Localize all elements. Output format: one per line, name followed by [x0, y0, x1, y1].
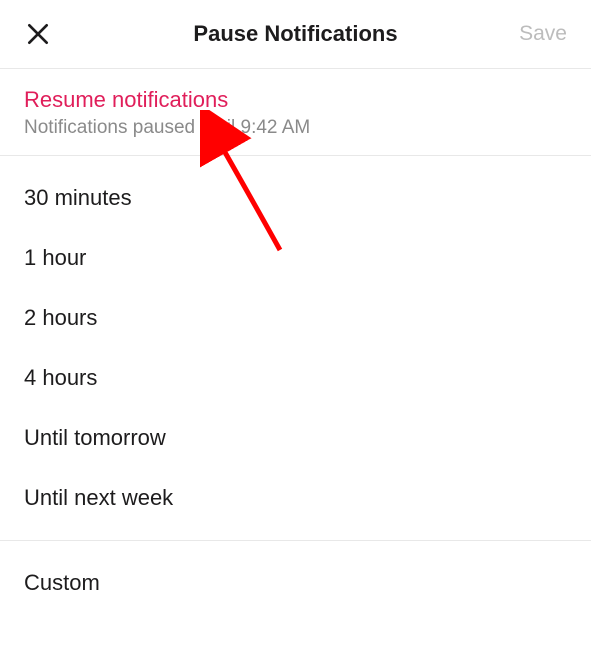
option-2-hours[interactable]: 2 hours — [0, 288, 591, 348]
duration-options-list: 30 minutes 1 hour 2 hours 4 hours Until … — [0, 156, 591, 540]
header: Pause Notifications Save — [0, 0, 591, 68]
pause-status-text: Notifications paused until 9:42 AM — [24, 117, 567, 139]
resume-section: Resume notifications Notifications pause… — [0, 69, 591, 155]
option-until-tomorrow[interactable]: Until tomorrow — [0, 408, 591, 468]
option-custom[interactable]: Custom — [0, 553, 591, 613]
option-until-next-week[interactable]: Until next week — [0, 468, 591, 528]
option-30-minutes[interactable]: 30 minutes — [0, 168, 591, 228]
close-button[interactable] — [24, 20, 52, 48]
resume-notifications-link[interactable]: Resume notifications — [24, 87, 567, 113]
option-1-hour[interactable]: 1 hour — [0, 228, 591, 288]
option-4-hours[interactable]: 4 hours — [0, 348, 591, 408]
page-title: Pause Notifications — [193, 21, 397, 47]
close-icon — [25, 21, 51, 47]
custom-section: Custom — [0, 541, 591, 625]
save-button[interactable]: Save — [519, 22, 567, 46]
